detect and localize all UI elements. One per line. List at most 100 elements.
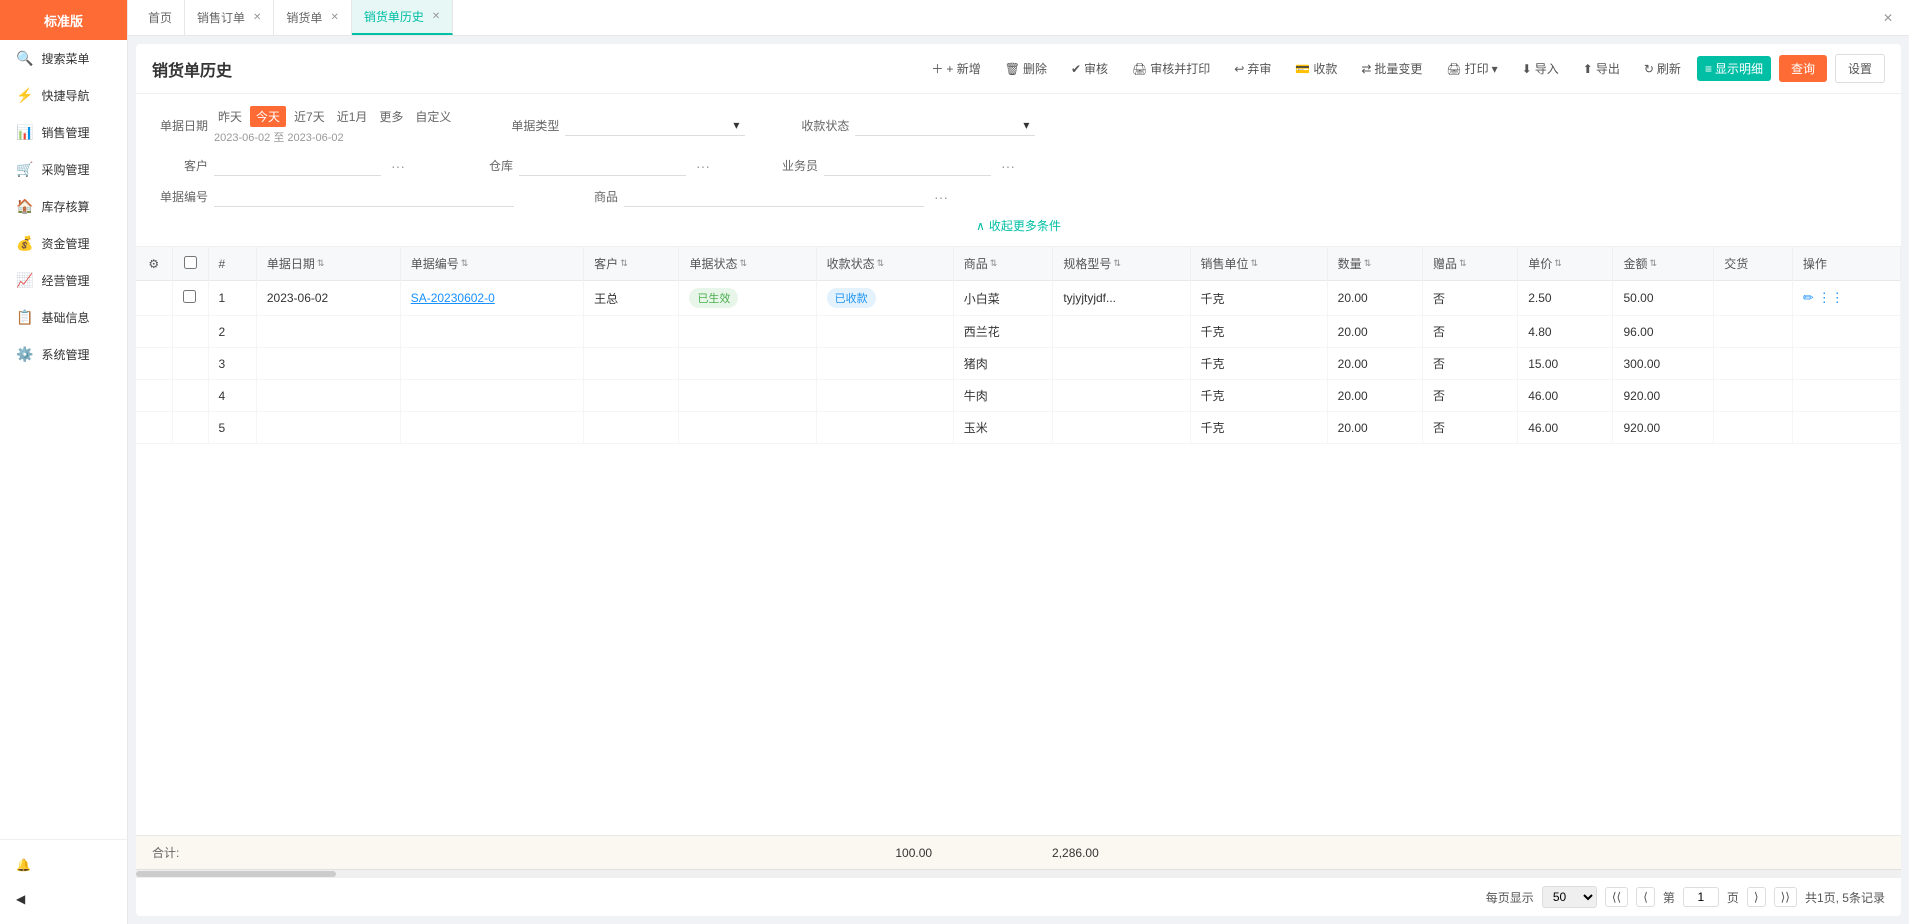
prev-page-button[interactable]: ⟨ <box>1636 887 1655 907</box>
row-actions[interactable] <box>1792 380 1900 412</box>
show-detail-button[interactable]: ≡ 显示明细 <box>1697 56 1771 81</box>
customer-more-icon[interactable]: ··· <box>387 158 409 174</box>
row-check[interactable] <box>172 348 208 380</box>
delete-button[interactable]: 🗑 删除 <box>997 56 1055 81</box>
doc-no-link[interactable]: SA-20230602-0 <box>411 291 495 305</box>
row-check[interactable] <box>172 316 208 348</box>
tab-home[interactable]: 首页 <box>136 0 185 35</box>
col-amount[interactable]: 金额⇅ <box>1613 247 1714 281</box>
refresh-button[interactable]: ↻ 刷新 <box>1636 56 1689 81</box>
salesperson-more-icon[interactable]: ··· <box>997 158 1019 174</box>
date-7days[interactable]: 近7天 <box>290 106 329 127</box>
next-page-button[interactable]: ⟩ <box>1747 887 1766 907</box>
col-gear[interactable]: ⚙ <box>136 247 172 281</box>
edit-action[interactable]: ✏ <box>1803 290 1814 306</box>
row-gear[interactable] <box>136 412 172 444</box>
select-all-checkbox[interactable] <box>184 256 197 269</box>
batch-change-button[interactable]: ⇄ 批量变更 <box>1353 56 1430 81</box>
salesperson-input[interactable] <box>824 155 991 176</box>
page-number-input[interactable] <box>1683 887 1719 907</box>
doc-no-label: 单据编号 <box>152 188 208 205</box>
payment-status-select[interactable]: ▾ <box>855 115 1035 136</box>
new-button[interactable]: ＋ + 新增 <box>923 56 988 81</box>
date-today[interactable]: 今天 <box>250 106 286 127</box>
print-button[interactable]: 🖨 打印 ▾ <box>1438 56 1505 81</box>
audit-print-button[interactable]: 🖨 审核并打印 <box>1124 56 1218 81</box>
sidebar-item-ops-mgmt[interactable]: 📈 经营管理 <box>0 262 127 299</box>
warehouse-input[interactable] <box>519 155 686 176</box>
col-payment-status[interactable]: 收款状态⇅ <box>816 247 953 281</box>
tab-delivery[interactable]: 销货单 ✕ <box>274 0 351 35</box>
col-qty[interactable]: 数量⇅ <box>1327 247 1422 281</box>
query-button[interactable]: 查询 <box>1779 55 1827 82</box>
row-gear[interactable] <box>136 380 172 412</box>
tab-sales-order[interactable]: 销售订单 ✕ <box>185 0 274 35</box>
row-check[interactable] <box>172 281 208 316</box>
audit-button[interactable]: ✔ 审核 <box>1063 56 1116 81</box>
tab-sales-order-close[interactable]: ✕ <box>253 12 261 23</box>
sidebar-item-notifications[interactable]: 🔔 <box>0 848 127 882</box>
date-custom[interactable]: 自定义 <box>411 106 455 127</box>
tab-delivery-close[interactable]: ✕ <box>330 12 338 23</box>
collect-button[interactable]: 💳 收款 <box>1287 56 1345 81</box>
last-page-button[interactable]: ⟩⟩ <box>1774 887 1797 907</box>
sidebar-item-collapse[interactable]: ◀ <box>0 882 127 916</box>
row-gear[interactable] <box>136 316 172 348</box>
sidebar-item-sys-mgmt[interactable]: ⚙️ 系统管理 <box>0 336 127 373</box>
date-yesterday[interactable]: 昨天 <box>214 106 246 127</box>
col-goods[interactable]: 商品⇅ <box>953 247 1053 281</box>
col-unit[interactable]: 销售单位⇅ <box>1190 247 1327 281</box>
col-doc-status[interactable]: 单据状态⇅ <box>679 247 816 281</box>
goods-more-icon[interactable]: ··· <box>930 189 952 205</box>
sidebar-item-base-info[interactable]: 📋 基础信息 <box>0 299 127 336</box>
tab-delivery-history[interactable]: 销货单历史 ✕ <box>352 0 453 35</box>
row-checkbox[interactable] <box>183 290 196 303</box>
doc-status-badge: 已生效 <box>689 288 738 308</box>
row-check[interactable] <box>172 412 208 444</box>
col-gift[interactable]: 赠品⇅ <box>1422 247 1517 281</box>
col-doc-no[interactable]: 单据编号⇅ <box>400 247 583 281</box>
sidebar-item-purchase-mgmt[interactable]: 🛒 采购管理 <box>0 151 127 188</box>
horizontal-scrollbar[interactable] <box>136 869 1901 877</box>
sidebar-item-search-menu[interactable]: 🔍 搜索菜单 <box>0 40 127 77</box>
row-gear[interactable] <box>136 348 172 380</box>
row-doc-no[interactable] <box>400 316 583 348</box>
goods-input[interactable] <box>624 186 924 207</box>
abandon-button[interactable]: ↩ 弃审 <box>1226 56 1279 81</box>
page-size-select[interactable]: 50 100 200 <box>1542 886 1597 908</box>
import-button[interactable]: ⬇ 导入 <box>1514 56 1567 81</box>
print-icon: 🖨 <box>1446 62 1461 76</box>
col-customer[interactable]: 客户⇅ <box>584 247 679 281</box>
customer-input[interactable] <box>214 155 381 176</box>
date-1month[interactable]: 近1月 <box>333 106 372 127</box>
row-actions[interactable] <box>1792 316 1900 348</box>
sidebar-item-inventory[interactable]: 🏠 库存核算 <box>0 188 127 225</box>
export-button[interactable]: ⬆ 导出 <box>1575 56 1628 81</box>
col-price[interactable]: 单价⇅ <box>1518 247 1613 281</box>
row-doc-no[interactable]: SA-20230602-0 <box>400 281 583 316</box>
date-more[interactable]: 更多 <box>375 106 407 127</box>
sidebar-item-quick-nav[interactable]: ⚡ 快捷导航 <box>0 77 127 114</box>
col-doc-date[interactable]: 单据日期⇅ <box>256 247 400 281</box>
row-actions[interactable]: ✏⋮⋮ <box>1792 281 1900 316</box>
warehouse-more-icon[interactable]: ··· <box>692 158 714 174</box>
tab-delivery-history-close[interactable]: ✕ <box>432 11 440 22</box>
tab-close-all[interactable]: ✕ <box>1875 11 1901 25</box>
doc-no-input[interactable] <box>214 186 514 207</box>
doc-type-select[interactable]: ▾ <box>565 115 745 136</box>
col-check[interactable] <box>172 247 208 281</box>
col-spec[interactable]: 规格型号⇅ <box>1053 247 1190 281</box>
row-doc-no[interactable] <box>400 380 583 412</box>
sidebar-item-sales-mgmt[interactable]: 📊 销售管理 <box>0 114 127 151</box>
row-doc-no[interactable] <box>400 412 583 444</box>
first-page-button[interactable]: ⟨⟨ <box>1605 887 1628 907</box>
more-action[interactable]: ⋮⋮ <box>1818 290 1844 306</box>
setting-button[interactable]: 设置 <box>1835 54 1885 83</box>
row-check[interactable] <box>172 380 208 412</box>
row-actions[interactable] <box>1792 348 1900 380</box>
row-actions[interactable] <box>1792 412 1900 444</box>
row-gear[interactable] <box>136 281 172 316</box>
row-doc-no[interactable] <box>400 348 583 380</box>
sidebar-item-finance-mgmt[interactable]: 💰 资金管理 <box>0 225 127 262</box>
filter-collapse[interactable]: ∧ 收起更多条件 <box>152 217 1885 234</box>
